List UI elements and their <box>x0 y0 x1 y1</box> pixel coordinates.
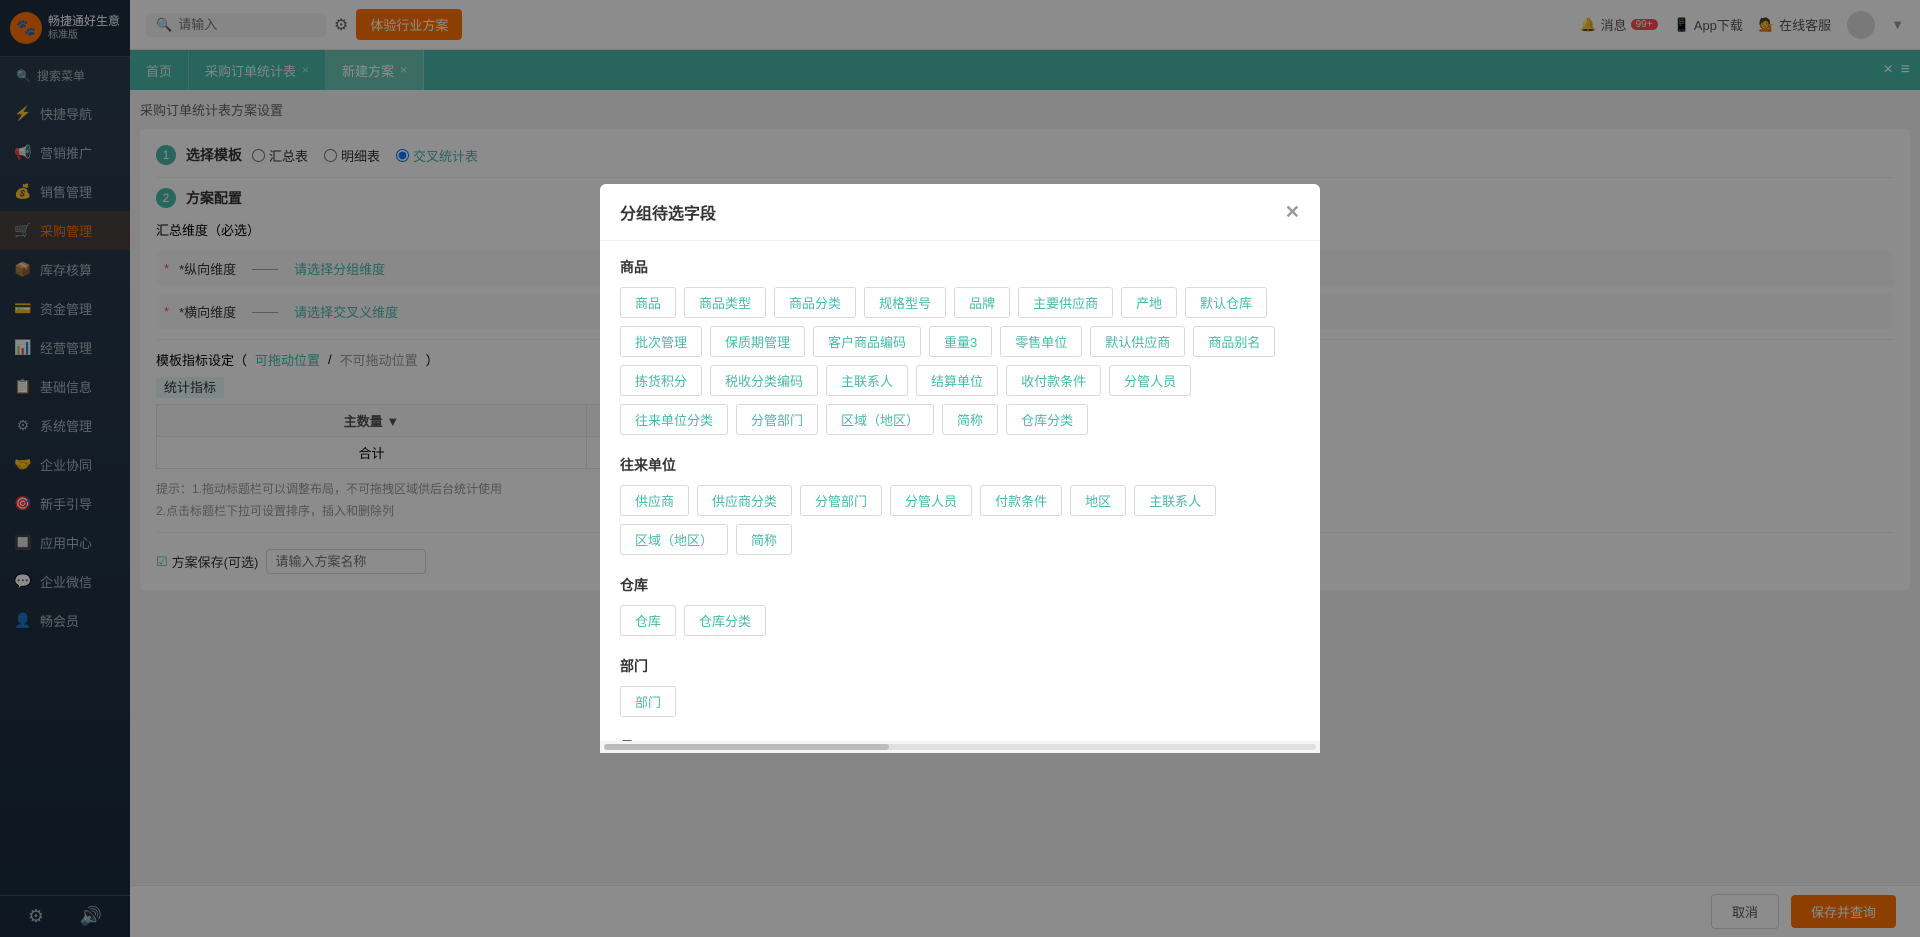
field-tag[interactable]: 简称 <box>736 524 792 555</box>
field-tag[interactable]: 客户商品编码 <box>813 326 921 357</box>
field-tag[interactable]: 仓库分类 <box>684 605 766 636</box>
field-tag[interactable]: 主联系人 <box>826 365 908 396</box>
field-tag[interactable]: 区域（地区） <box>826 404 934 435</box>
field-tag[interactable]: 仓库分类 <box>1006 404 1088 435</box>
field-tag[interactable]: 分管人员 <box>890 485 972 516</box>
field-tag[interactable]: 批次管理 <box>620 326 702 357</box>
field-tag[interactable]: 商品别名 <box>1193 326 1275 357</box>
field-tag[interactable]: 规格型号 <box>864 287 946 318</box>
field-tag[interactable]: 产地 <box>1121 287 1177 318</box>
field-tag[interactable]: 税收分类编码 <box>710 365 818 396</box>
section-department-title: 部门 <box>620 656 1300 676</box>
modal-title: 分组待选字段 <box>620 200 716 224</box>
section-partner: 往来单位 供应商 供应商分类 分管部门 分管人员 付款条件 地区 主联系人 区域… <box>620 455 1300 555</box>
field-tag[interactable]: 付款条件 <box>980 485 1062 516</box>
field-tag[interactable]: 分管部门 <box>736 404 818 435</box>
field-tag[interactable]: 供应商 <box>620 485 689 516</box>
modal-overlay[interactable]: 分组待选字段 ✕ 商品 商品 商品类型 商品分类 规格型号 品牌 主要供应商 产… <box>0 0 1920 937</box>
field-tag[interactable]: 分管部门 <box>800 485 882 516</box>
section-goods-title: 商品 <box>620 257 1300 277</box>
field-tag[interactable]: 商品类型 <box>684 287 766 318</box>
field-tag[interactable]: 地区 <box>1070 485 1126 516</box>
field-tag[interactable]: 收付款条件 <box>1006 365 1101 396</box>
field-tag[interactable]: 品牌 <box>954 287 1010 318</box>
field-tag[interactable]: 拣货积分 <box>620 365 702 396</box>
modal-hscroll-thumb <box>604 744 889 750</box>
field-tag[interactable]: 默认仓库 <box>1185 287 1267 318</box>
field-tag[interactable]: 主要供应商 <box>1018 287 1113 318</box>
field-tag[interactable]: 供应商分类 <box>697 485 792 516</box>
field-tag[interactable]: 保质期管理 <box>710 326 805 357</box>
field-tag[interactable]: 部门 <box>620 686 676 717</box>
field-tag[interactable]: 商品 <box>620 287 676 318</box>
modal-dialog: 分组待选字段 ✕ 商品 商品 商品类型 商品分类 规格型号 品牌 主要供应商 产… <box>600 184 1320 753</box>
field-tag[interactable]: 主联系人 <box>1134 485 1216 516</box>
field-tag[interactable]: 区域（地区） <box>620 524 728 555</box>
section-department-tags: 部门 <box>620 686 1300 717</box>
section-goods-tags: 商品 商品类型 商品分类 规格型号 品牌 主要供应商 产地 默认仓库 批次管理 … <box>620 287 1300 435</box>
section-partner-tags: 供应商 供应商分类 分管部门 分管人员 付款条件 地区 主联系人 区域（地区） … <box>620 485 1300 555</box>
modal-hscroll-track <box>604 744 1316 750</box>
field-tag[interactable]: 商品分类 <box>774 287 856 318</box>
field-tag[interactable]: 往来单位分类 <box>620 404 728 435</box>
field-tag[interactable]: 结算单位 <box>916 365 998 396</box>
modal-close-button[interactable]: ✕ <box>1285 202 1300 223</box>
field-tag[interactable]: 默认供应商 <box>1090 326 1185 357</box>
section-warehouse: 仓库 仓库 仓库分类 <box>620 575 1300 636</box>
section-department: 部门 部门 <box>620 656 1300 717</box>
field-tag[interactable]: 重量3 <box>929 326 992 357</box>
section-goods: 商品 商品 商品类型 商品分类 规格型号 品牌 主要供应商 产地 默认仓库 批次… <box>620 257 1300 435</box>
modal-horizontal-scrollbar[interactable] <box>600 741 1320 753</box>
field-tag[interactable]: 简称 <box>942 404 998 435</box>
section-partner-title: 往来单位 <box>620 455 1300 475</box>
field-tag[interactable]: 分管人员 <box>1109 365 1191 396</box>
field-tag[interactable]: 零售单位 <box>1000 326 1082 357</box>
modal-header: 分组待选字段 ✕ <box>600 184 1320 241</box>
modal-body: 商品 商品 商品类型 商品分类 规格型号 品牌 主要供应商 产地 默认仓库 批次… <box>600 241 1320 741</box>
section-warehouse-title: 仓库 <box>620 575 1300 595</box>
field-tag[interactable]: 仓库 <box>620 605 676 636</box>
section-warehouse-tags: 仓库 仓库分类 <box>620 605 1300 636</box>
